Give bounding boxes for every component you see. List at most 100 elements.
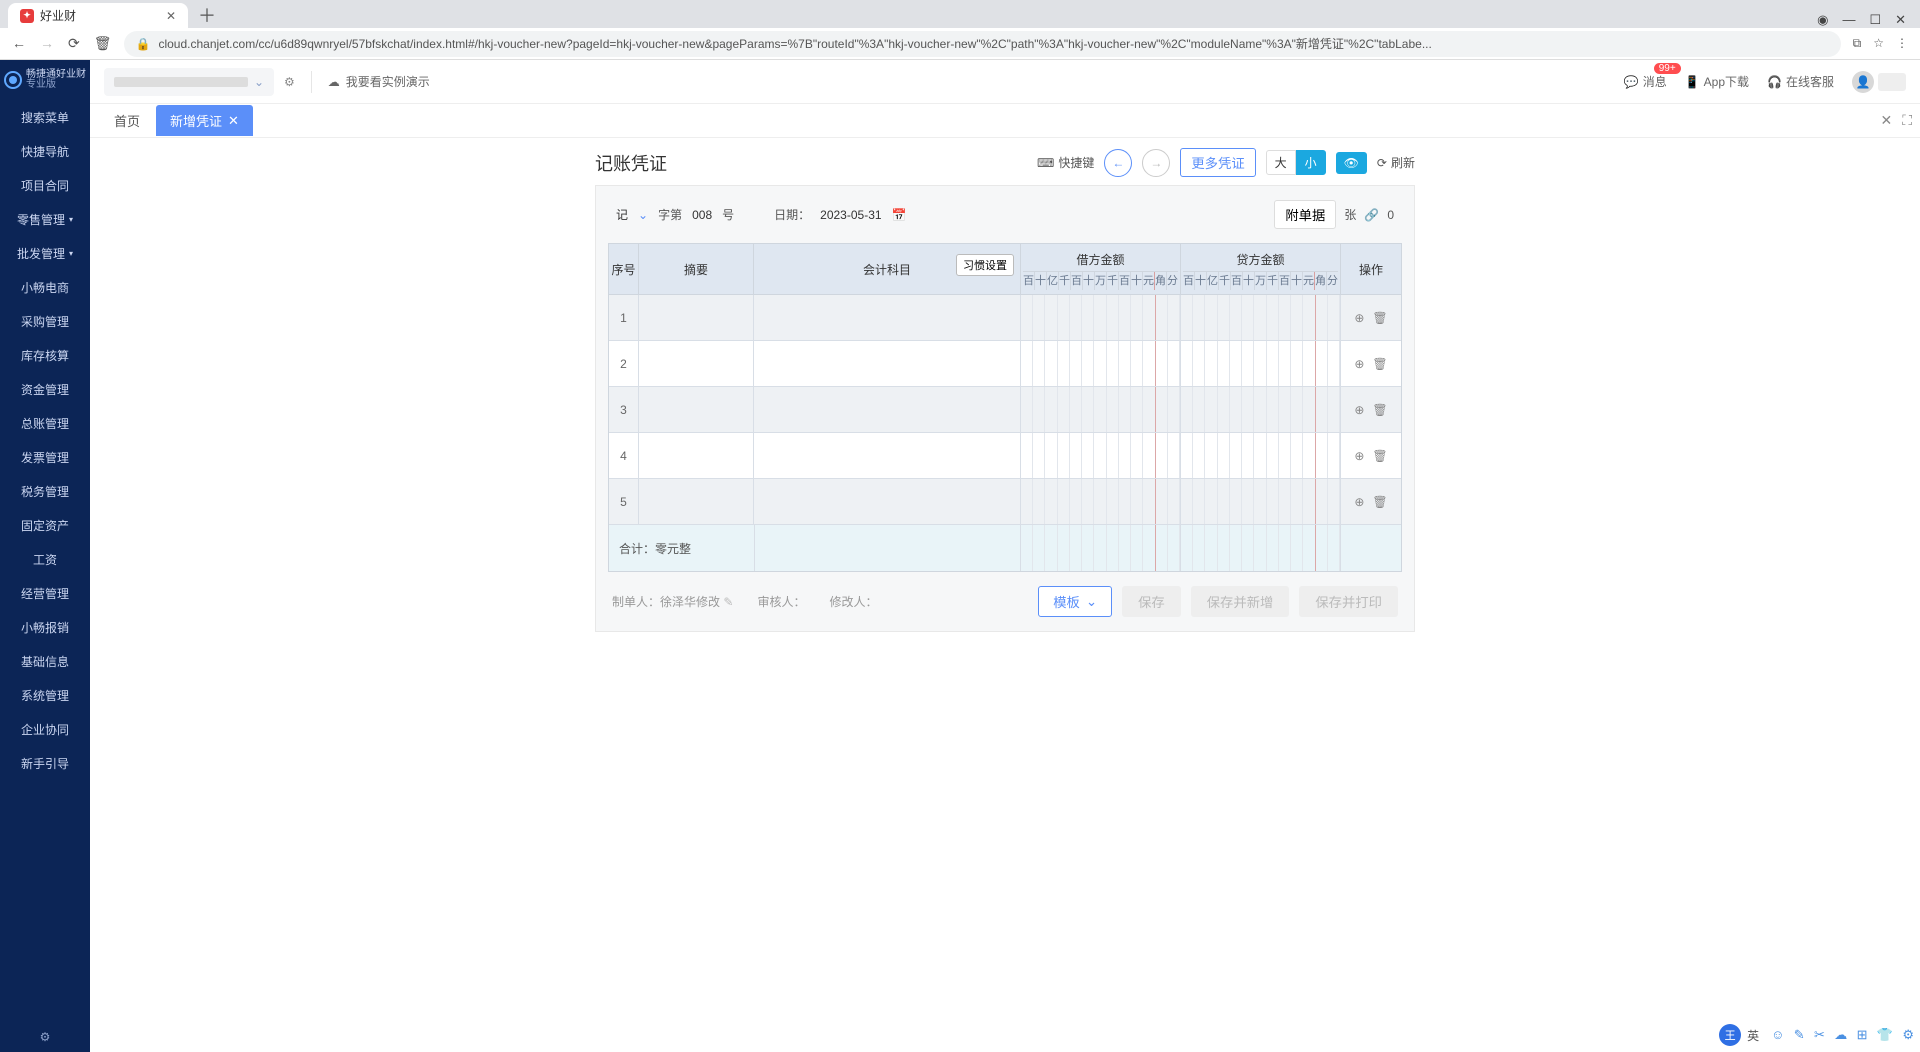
new-tab-button[interactable]: ＋ bbox=[188, 2, 226, 28]
insert-row-icon[interactable]: ⊕ bbox=[1354, 311, 1364, 325]
delete-row-icon[interactable]: 🗑 bbox=[1372, 357, 1387, 371]
sidebar-item[interactable]: 发票管理 bbox=[0, 440, 90, 474]
sidebar-item[interactable]: 小畅报销 bbox=[0, 610, 90, 644]
user-menu[interactable]: 👤 bbox=[1852, 71, 1906, 93]
attachment-icon[interactable]: 🔗 bbox=[1364, 208, 1379, 222]
sidebar-item[interactable]: 采购管理 bbox=[0, 304, 90, 338]
habit-settings-button[interactable]: 习惯设置 bbox=[956, 254, 1014, 276]
prev-voucher-button[interactable]: ← bbox=[1104, 149, 1132, 177]
forward-icon[interactable]: → bbox=[40, 35, 54, 52]
bookmark-icon[interactable]: ☆ bbox=[1873, 36, 1884, 51]
sidebar-item[interactable]: 系统管理 bbox=[0, 678, 90, 712]
tray-icon[interactable]: ⚙ bbox=[1902, 1027, 1914, 1042]
insert-row-icon[interactable]: ⊕ bbox=[1354, 495, 1364, 509]
summary-cell[interactable] bbox=[639, 433, 754, 478]
debit-cell[interactable] bbox=[1021, 387, 1181, 432]
sidebar-item[interactable]: 税务管理 bbox=[0, 474, 90, 508]
address-bar[interactable]: 🔒 cloud.chanjet.com/cc/u6d89qwnryel/57bf… bbox=[124, 31, 1841, 57]
table-row[interactable]: 3⊕🗑 bbox=[609, 387, 1401, 433]
table-row[interactable]: 4⊕🗑 bbox=[609, 433, 1401, 479]
table-row[interactable]: 1⊕🗑 bbox=[609, 295, 1401, 341]
app-download-button[interactable]: 📱 App下载 bbox=[1685, 73, 1749, 90]
sidebar-item[interactable]: 项目合同 bbox=[0, 168, 90, 202]
window-close-icon[interactable]: ✕ bbox=[1895, 12, 1906, 28]
sidebar-item[interactable]: 总账管理 bbox=[0, 406, 90, 440]
tray-icon[interactable]: 👕 bbox=[1877, 1027, 1893, 1042]
insert-row-icon[interactable]: ⊕ bbox=[1354, 403, 1364, 417]
credit-cell[interactable] bbox=[1181, 433, 1341, 478]
sidebar-item[interactable]: 基础信息 bbox=[0, 644, 90, 678]
size-small-button[interactable]: 小 bbox=[1296, 150, 1326, 175]
summary-cell[interactable] bbox=[639, 479, 754, 524]
credit-cell[interactable] bbox=[1181, 295, 1341, 340]
debit-cell[interactable] bbox=[1021, 479, 1181, 524]
chevron-down-icon[interactable]: ⌄ bbox=[638, 208, 648, 222]
voucher-date[interactable]: 2023-05-31 bbox=[820, 208, 881, 222]
table-row[interactable]: 2⊕🗑 bbox=[609, 341, 1401, 387]
save-and-print-button[interactable]: 保存并打印 bbox=[1299, 586, 1398, 617]
tray-icon[interactable]: ✎ bbox=[1794, 1027, 1805, 1042]
next-voucher-button[interactable]: → bbox=[1142, 149, 1170, 177]
credit-cell[interactable] bbox=[1181, 479, 1341, 524]
subject-cell[interactable] bbox=[754, 295, 1021, 340]
sidebar-item[interactable]: 经营管理 bbox=[0, 576, 90, 610]
messages-button[interactable]: 💬 消息 99+ bbox=[1624, 73, 1667, 90]
back-icon[interactable]: ← bbox=[12, 35, 26, 52]
sidebar-item[interactable]: 资金管理 bbox=[0, 372, 90, 406]
sidebar-item[interactable]: 工资 bbox=[0, 542, 90, 576]
insert-row-icon[interactable]: ⊕ bbox=[1354, 357, 1364, 371]
tray-icon[interactable]: ⊞ bbox=[1857, 1027, 1868, 1042]
save-button[interactable]: 保存 bbox=[1122, 586, 1181, 617]
delete-row-icon[interactable]: 🗑 bbox=[1372, 449, 1387, 463]
attach-doc-button[interactable]: 附单据 bbox=[1274, 200, 1336, 229]
subject-cell[interactable] bbox=[754, 341, 1021, 386]
table-row[interactable]: 5⊕🗑 bbox=[609, 479, 1401, 525]
preview-button[interactable]: 👁 bbox=[1336, 152, 1367, 174]
support-button[interactable]: 🎧 在线客服 bbox=[1767, 73, 1834, 90]
tray-icon[interactable]: ☺ bbox=[1771, 1027, 1784, 1042]
sidebar-item[interactable]: 新手引导 bbox=[0, 746, 90, 780]
more-vouchers-button[interactable]: 更多凭证 bbox=[1180, 148, 1255, 177]
credit-cell[interactable] bbox=[1181, 341, 1341, 386]
ime-lang[interactable]: 英 bbox=[1747, 1027, 1759, 1044]
sidebar-item[interactable]: 库存核算 bbox=[0, 338, 90, 372]
tab-new-voucher[interactable]: 新增凭证 ✕ bbox=[156, 105, 253, 136]
sidebar-item[interactable]: 搜索菜单 bbox=[0, 100, 90, 134]
tray-icon[interactable]: ✂ bbox=[1814, 1027, 1825, 1042]
demo-link[interactable]: ☁ 我要看实例演示 bbox=[328, 73, 430, 90]
browser-menu-icon[interactable]: ⋮ bbox=[1896, 36, 1908, 51]
shortcut-link[interactable]: ⌨ 快捷键 bbox=[1037, 154, 1094, 171]
subject-cell[interactable] bbox=[754, 479, 1021, 524]
voucher-number[interactable]: 008 bbox=[692, 208, 712, 222]
minimize-icon[interactable]: ― bbox=[1842, 12, 1855, 28]
ime-icon[interactable]: 王 bbox=[1719, 1024, 1741, 1046]
size-toggle[interactable]: 大 小 bbox=[1266, 150, 1326, 175]
subject-cell[interactable] bbox=[754, 433, 1021, 478]
close-tab-icon[interactable]: ✕ bbox=[228, 113, 239, 129]
template-button[interactable]: 模板 ⌄ bbox=[1038, 586, 1112, 617]
debit-cell[interactable] bbox=[1021, 433, 1181, 478]
delete-row-icon[interactable]: 🗑 bbox=[1372, 495, 1387, 509]
account-icon[interactable]: ◉ bbox=[1817, 12, 1828, 28]
tab-home[interactable]: 首页 bbox=[100, 105, 154, 136]
delete-row-icon[interactable]: 🗑 bbox=[1372, 311, 1387, 325]
tray-icon[interactable]: ☁ bbox=[1834, 1027, 1847, 1042]
voucher-type[interactable]: 记 bbox=[616, 206, 628, 223]
sidebar-item[interactable]: 企业协同 bbox=[0, 712, 90, 746]
sidebar-item[interactable]: 小畅电商 bbox=[0, 270, 90, 304]
summary-cell[interactable] bbox=[639, 295, 754, 340]
org-selector[interactable]: ⌄ bbox=[104, 68, 274, 96]
size-big-button[interactable]: 大 bbox=[1266, 150, 1296, 175]
calendar-icon[interactable]: 📅 bbox=[892, 208, 907, 222]
sidebar-item[interactable]: 批发管理 bbox=[0, 236, 90, 270]
maximize-icon[interactable]: ☐ bbox=[1869, 12, 1881, 28]
delete-icon[interactable]: 🗑 bbox=[94, 35, 112, 52]
debit-cell[interactable] bbox=[1021, 341, 1181, 386]
save-and-new-button[interactable]: 保存并新增 bbox=[1191, 586, 1290, 617]
subject-cell[interactable] bbox=[754, 387, 1021, 432]
gear-icon[interactable]: ⚙ bbox=[284, 75, 295, 89]
insert-row-icon[interactable]: ⊕ bbox=[1354, 449, 1364, 463]
edit-maker-icon[interactable]: ✎ bbox=[723, 595, 733, 609]
settings-icon[interactable]: ⚙ bbox=[0, 1022, 90, 1052]
close-tab-icon[interactable]: ✕ bbox=[166, 9, 176, 23]
